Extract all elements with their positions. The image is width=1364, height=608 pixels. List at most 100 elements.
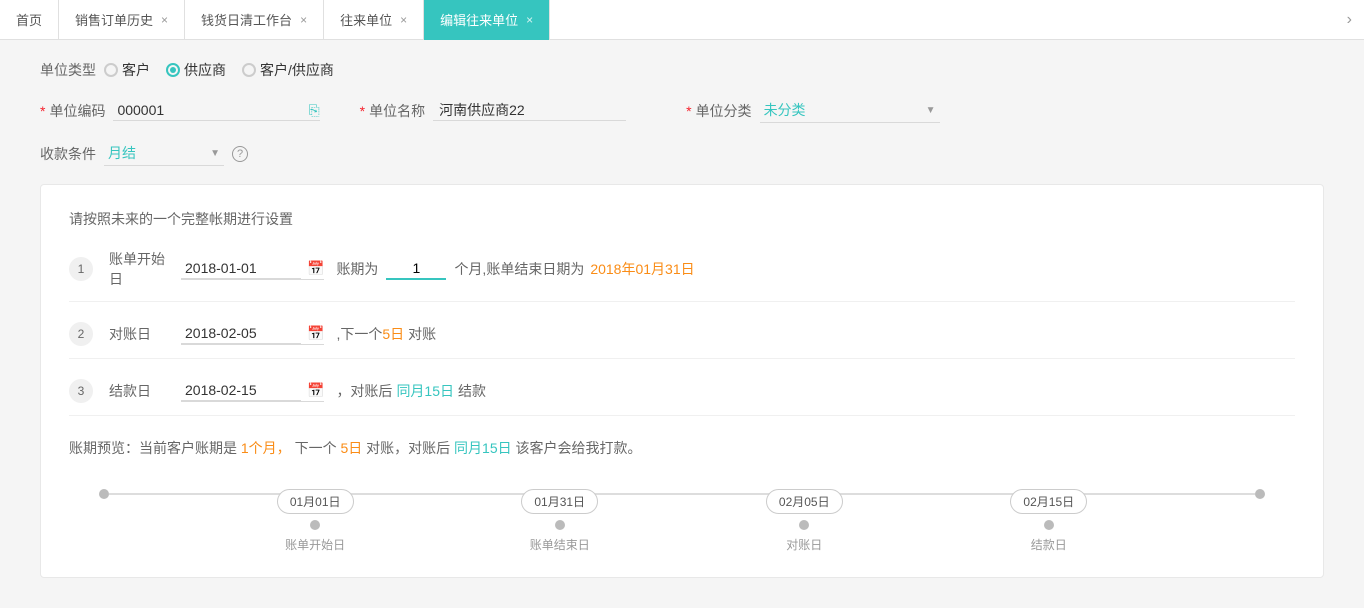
radio-customer-circle [104, 63, 118, 77]
timeline-pill-4: 02月15日 [1010, 489, 1087, 514]
period-num-2: 2 [69, 322, 93, 346]
timeline-label-1: 账单开始日 [285, 536, 345, 553]
unit-type-field: 单位类型 客户 供应商 客户/供应商 [40, 60, 350, 80]
tab-close-edit-unit[interactable]: × [526, 13, 533, 27]
payment-condition-select[interactable]: 月结 ▼ [104, 141, 224, 166]
tab-close-sales-history[interactable]: × [161, 13, 168, 27]
period-date-3-input[interactable] [181, 380, 301, 401]
unit-name-input[interactable] [433, 100, 626, 121]
copy-icon[interactable]: ⎘ [308, 102, 319, 119]
timeline-label-4: 结款日 [1031, 536, 1067, 553]
tl-end-dot [1255, 489, 1265, 505]
category-chevron-icon: ▼ [926, 105, 936, 116]
unit-code-required: * [40, 103, 45, 119]
preview-text-3: 该客户会给我打款。 [516, 440, 642, 456]
tab-edit-unit[interactable]: 编辑往来单位 × [424, 0, 550, 40]
payment-chevron-icon: ▼ [210, 148, 220, 159]
timeline-section: 01月01日 账单开始日 01月31日 账单结束日 02月05日 [69, 489, 1295, 553]
preview-teal: 同月15日 [454, 440, 512, 456]
timeline-dot-4 [1044, 520, 1054, 530]
payment-help-icon[interactable]: ? [232, 146, 248, 162]
tab-sales-history[interactable]: 销售订单历史 × [59, 0, 185, 40]
timeline-pill-2: 01月31日 [521, 489, 598, 514]
tl-start-dot [99, 489, 109, 505]
calendar-icon-1[interactable]: 📅 [307, 260, 324, 277]
timeline-pill-1: 01月01日 [277, 489, 354, 514]
period-prefix-2: ,下一个 [336, 324, 382, 344]
unit-name-label: 单位名称 [369, 101, 425, 121]
period-suffix-3: 结款 [458, 381, 486, 401]
period-label-1: 账单开始日 [109, 249, 165, 289]
timeline-point-1: 01月01日 账单开始日 [277, 489, 354, 553]
period-settings-panel: 请按照未来的一个完整帐期进行设置 1 账单开始日 📅 账期为 个月,账单结束日期… [40, 184, 1324, 578]
unit-category-select[interactable]: 未分类 ▼ [760, 98, 940, 123]
period-value-input[interactable] [386, 258, 446, 280]
preview-text-1: 下一个 [295, 440, 337, 456]
timeline-points: 01月01日 账单开始日 01月31日 账单结束日 02月05日 [99, 489, 1265, 553]
unit-name-required: * [360, 103, 365, 119]
period-date-1-input[interactable] [181, 258, 301, 279]
tl-end-circle [1255, 489, 1265, 499]
period-date-3-wrapper: 📅 [181, 380, 324, 402]
radio-supplier-circle [166, 63, 180, 77]
radio-both[interactable]: 客户/供应商 [242, 60, 334, 80]
radio-both-label: 客户/供应商 [260, 60, 334, 80]
tab-unit[interactable]: 往来单位 × [324, 0, 424, 40]
unit-category-value: 未分类 [764, 100, 920, 120]
period-date-1-wrapper: 📅 [181, 258, 324, 280]
period-suffix-2: 对账 [408, 324, 436, 344]
period-suffix-before-1: 账期为 [336, 259, 378, 279]
unit-info-row: * 单位编码 ⎘ * 单位名称 * 单位分类 未分类 ▼ [40, 98, 1324, 123]
tab-cash-workbench[interactable]: 钱货日清工作台 × [185, 0, 324, 40]
unit-type-row: 单位类型 客户 供应商 客户/供应商 [40, 60, 1324, 80]
tab-close-unit[interactable]: × [400, 13, 407, 27]
tab-home[interactable]: 首页 [0, 0, 59, 40]
radio-customer[interactable]: 客户 [104, 60, 150, 80]
preview-label: 账期预览：当前客户账期是 [69, 440, 237, 456]
period-end-date-1: 2018年01月31日 [590, 259, 694, 279]
timeline-point-3: 02月05日 对账日 [766, 489, 843, 553]
radio-supplier[interactable]: 供应商 [166, 60, 226, 80]
unit-type-label: 单位类型 [40, 60, 96, 80]
timeline-pill-3: 02月05日 [766, 489, 843, 514]
timeline-label-3: 对账日 [786, 536, 822, 553]
calendar-icon-2[interactable]: 📅 [307, 325, 324, 342]
calendar-icon-3[interactable]: 📅 [307, 382, 324, 399]
preview-text-2: 对账，对账后 [366, 440, 450, 456]
panel-hint: 请按照未来的一个完整帐期进行设置 [69, 209, 1295, 229]
period-highlight-3: 同月15日 [396, 381, 454, 401]
period-row-3: 3 结款日 📅 ，对账后 同月15日 结款 [69, 379, 1295, 416]
unit-category-label: 单位分类 [696, 101, 752, 121]
period-num-1: 1 [69, 257, 93, 281]
period-date-2-wrapper: 📅 [181, 323, 324, 345]
unit-category-field: * 单位分类 未分类 ▼ [686, 98, 939, 123]
preview-orange-1: 1个月， [241, 440, 291, 456]
timeline-label-2: 账单结束日 [530, 536, 590, 553]
preview-orange-2: 5日 [340, 440, 362, 456]
period-row-1: 1 账单开始日 📅 账期为 个月,账单结束日期为 2018年01月31日 [69, 249, 1295, 302]
tab-more-button[interactable]: › [1335, 11, 1364, 29]
timeline-dot-1 [310, 520, 320, 530]
payment-condition-field: 收款条件 月结 ▼ ? [40, 141, 248, 166]
timeline-point-4: 02月15日 结款日 [1010, 489, 1087, 553]
tabs-bar: 首页 销售订单历史 × 钱货日清工作台 × 往来单位 × 编辑往来单位 × › [0, 0, 1364, 40]
unit-code-input[interactable] [113, 100, 302, 120]
tab-close-cash-workbench[interactable]: × [300, 13, 307, 27]
tl-start-circle [99, 489, 109, 499]
period-num-3: 3 [69, 379, 93, 403]
timeline-point-2: 01月31日 账单结束日 [521, 489, 598, 553]
period-date-2-input[interactable] [181, 323, 301, 344]
payment-condition-row: 收款条件 月结 ▼ ? [40, 141, 1324, 166]
radio-both-circle [242, 63, 256, 77]
payment-condition-value: 月结 [108, 143, 204, 163]
unit-code-label: 单位编码 [49, 101, 105, 121]
timeline-dot-3 [799, 520, 809, 530]
unit-code-input-wrapper: ⎘ [113, 100, 319, 121]
period-suffix-after-1: 个月,账单结束日期为 [454, 259, 584, 279]
unit-name-field: * 单位名称 [360, 100, 626, 121]
preview-section: 账期预览：当前客户账期是 1个月， 下一个 5日 对账，对账后 同月15日 该客… [69, 436, 1295, 461]
page-content: 单位类型 客户 供应商 客户/供应商 * 单位编码 [0, 40, 1364, 608]
unit-category-required: * [686, 103, 691, 119]
period-row-2: 2 对账日 📅 ,下一个 5日 对账 [69, 322, 1295, 359]
radio-supplier-label: 供应商 [184, 60, 226, 80]
